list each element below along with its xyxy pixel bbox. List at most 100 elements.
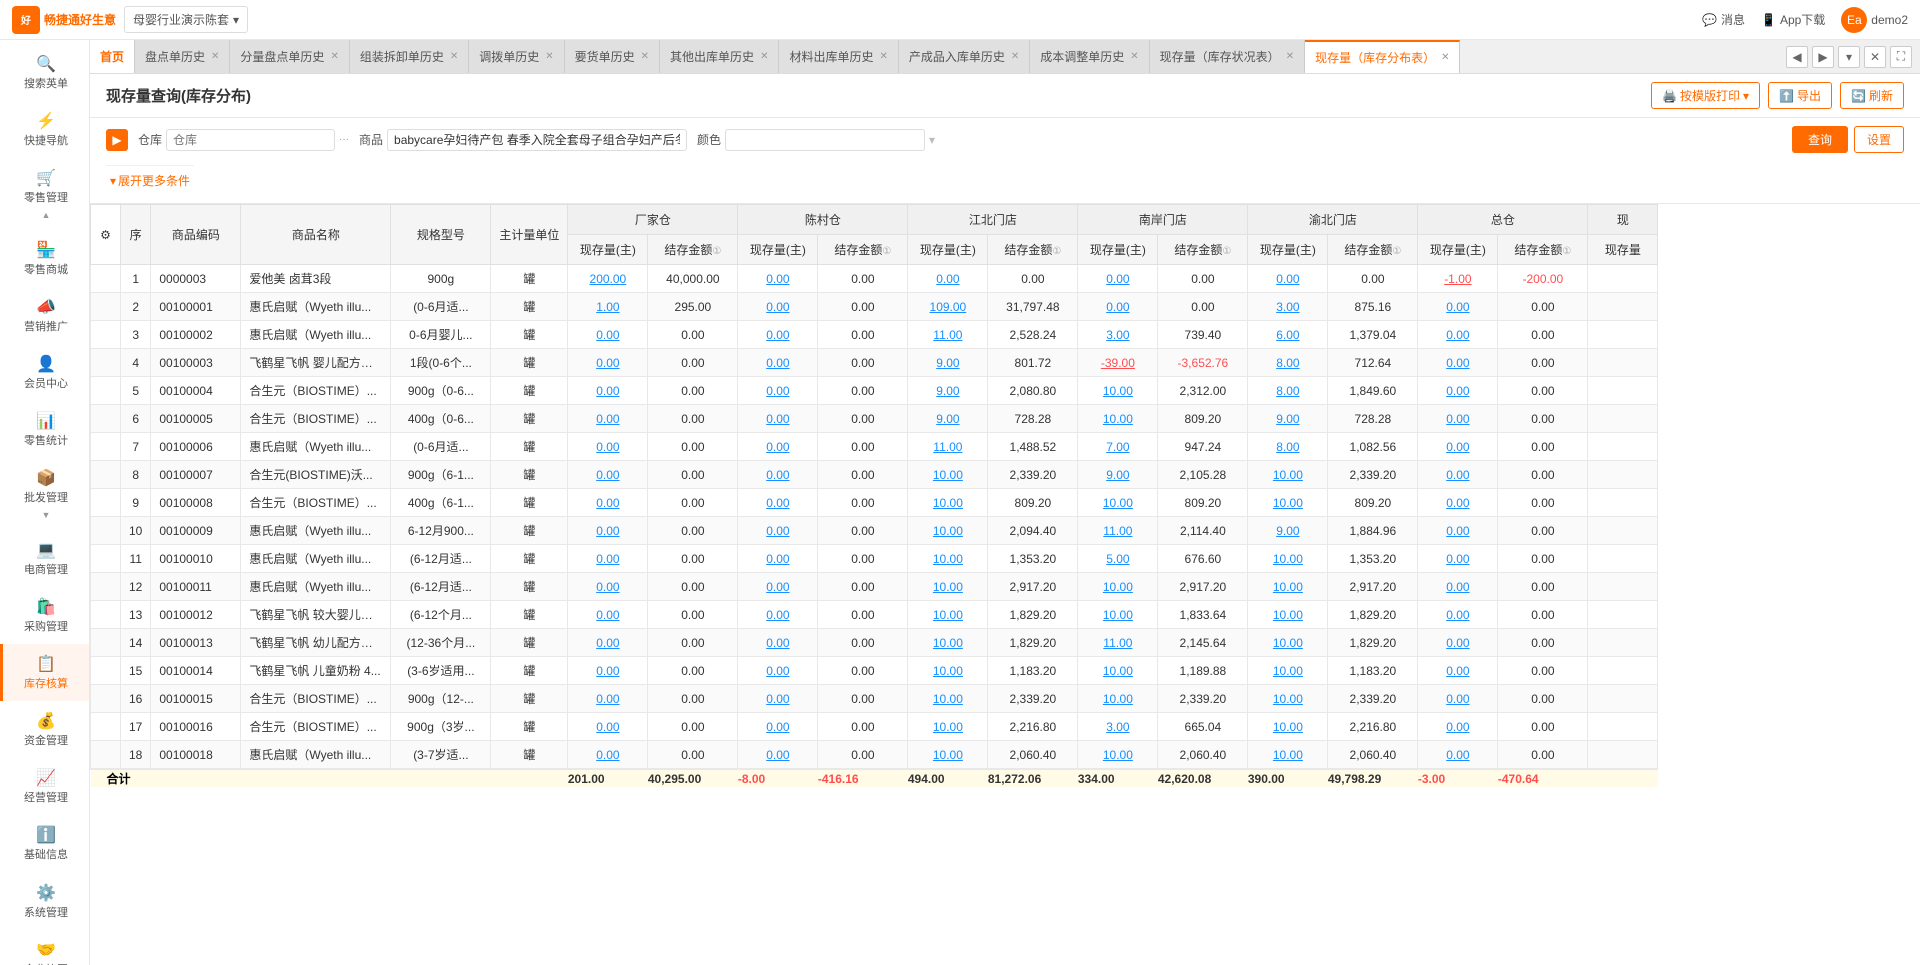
- setting-btn[interactable]: 设置: [1854, 126, 1904, 153]
- tab-menu-btn[interactable]: ▾: [1838, 46, 1860, 68]
- cell-c2-qty-17: 0.00: [738, 741, 818, 770]
- cell-total-qty-12: 0.00: [1418, 601, 1498, 629]
- query-btn[interactable]: 查询: [1792, 126, 1848, 153]
- tab-order-close[interactable]: ✕: [641, 51, 649, 62]
- sidebar-ecom-label: 电商管理: [24, 564, 68, 577]
- cell-c1-amt-13: 0.00: [648, 629, 738, 657]
- tab-cost-close[interactable]: ✕: [1130, 51, 1138, 62]
- sidebar-item-mall[interactable]: 🏪 零售商城: [0, 230, 89, 287]
- cell-c2-qty-1: 0.00: [738, 293, 818, 321]
- tab-outbound-close[interactable]: ✕: [760, 51, 768, 62]
- cell-c2-amt-7: 0.00: [818, 461, 908, 489]
- export-label: 导出: [1797, 87, 1821, 104]
- cell-c2-qty-3: 0.00: [738, 349, 818, 377]
- sidebar-item-system[interactable]: ⚙️ 系统管理: [0, 873, 89, 930]
- sidebar-item-ecom[interactable]: 💻 电商管理: [0, 530, 89, 587]
- cell-c3-amt-4: 2,080.80: [988, 377, 1078, 405]
- cell-settings-17: [91, 741, 121, 770]
- tab-transfer-close[interactable]: ✕: [545, 51, 553, 62]
- message-btn[interactable]: 💬 消息: [1702, 11, 1745, 28]
- tab-stock-dist-close[interactable]: ✕: [1441, 52, 1449, 63]
- tab-stock-status[interactable]: 现存量（库存状况表） ✕: [1150, 40, 1305, 74]
- tab-prev-btn[interactable]: ◀: [1786, 46, 1808, 68]
- sidebar-item-retail-mgmt[interactable]: 🛒 零售管理 ▲: [0, 158, 89, 229]
- cell-c3-qty-4: 9.00: [908, 377, 988, 405]
- cell-code-13: 00100013: [151, 629, 241, 657]
- tab-product-close[interactable]: ✕: [1011, 51, 1019, 62]
- tab-outbound[interactable]: 其他出库单历史 ✕: [660, 40, 779, 74]
- message-icon: 💬: [1702, 13, 1717, 27]
- search-expand-btn[interactable]: ▶: [106, 129, 128, 151]
- footer-c1-amt: 40,295.00: [648, 769, 738, 787]
- org-label: 母婴行业演示陈套: [133, 11, 229, 28]
- table-row: 8 00100007 合生元(BIOSTIME)沃... 900g（6-1...…: [91, 461, 1658, 489]
- cell-c4-amt-12: 1,833.64: [1158, 601, 1248, 629]
- warehouse-input[interactable]: [166, 129, 335, 151]
- tab-expand-btn[interactable]: ⛶: [1890, 46, 1912, 68]
- tab-transfer[interactable]: 调拨单历史 ✕: [469, 40, 564, 74]
- th-factory-qty: 现存量(主): [568, 235, 648, 265]
- mall-icon: 🏪: [36, 240, 56, 260]
- cell-c5-amt-0: 0.00: [1328, 265, 1418, 293]
- tab-close-all-btn[interactable]: ✕: [1864, 46, 1886, 68]
- export-btn[interactable]: ⬆️ 导出: [1768, 82, 1832, 109]
- sidebar-item-search[interactable]: 🔍 搜索英单: [0, 44, 89, 101]
- cell-c5-qty-8: 10.00: [1248, 489, 1328, 517]
- tab-order[interactable]: 要货单历史 ✕: [565, 40, 660, 74]
- cell-c2-qty-8: 0.00: [738, 489, 818, 517]
- cell-c1-amt-11: 0.00: [648, 573, 738, 601]
- tab-order-label: 要货单历史: [575, 48, 635, 65]
- app-download-btn[interactable]: 📱 App下载: [1761, 11, 1825, 28]
- tab-stock-status-close[interactable]: ✕: [1286, 51, 1294, 62]
- sidebar-biz-label: 经营管理: [24, 792, 68, 805]
- tab-assembly[interactable]: 组装拆卸单历史 ✕: [350, 40, 469, 74]
- tab-next-btn[interactable]: ▶: [1812, 46, 1834, 68]
- sidebar-item-collab[interactable]: 🤝 企业协同: [0, 930, 89, 965]
- sidebar-item-member[interactable]: 👤 会员中心: [0, 344, 89, 401]
- tab-assembly-close[interactable]: ✕: [450, 51, 458, 62]
- main-layout: 🔍 搜索英单 ⚡ 快捷导航 🛒 零售管理 ▲ 🏪 零售商城 📣 营销推广 👤 会…: [0, 40, 1920, 965]
- cell-unit-16: 罐: [491, 713, 568, 741]
- product-input[interactable]: [387, 129, 687, 151]
- sidebar-item-base[interactable]: ℹ️ 基础信息: [0, 815, 89, 872]
- th-unit: 主计量单位: [491, 205, 568, 265]
- tab-material-out[interactable]: 材料出库单历史 ✕: [779, 40, 898, 74]
- tab-material-close[interactable]: ✕: [879, 51, 887, 62]
- sidebar-item-marketing[interactable]: 📣 营销推广: [0, 287, 89, 344]
- cell-c2-qty-15: 0.00: [738, 685, 818, 713]
- sidebar-retail-label: 零售管理: [24, 192, 68, 205]
- refresh-btn[interactable]: 🔄 刷新: [1840, 82, 1904, 109]
- print-btn[interactable]: 🖨️ 按模版打印 ▾: [1651, 82, 1760, 109]
- cell-extra-7: [1588, 461, 1658, 489]
- sidebar-item-finance[interactable]: 💰 资金管理: [0, 701, 89, 758]
- cell-c4-qty-12: 10.00: [1078, 601, 1158, 629]
- tab-partial-close[interactable]: ✕: [330, 51, 338, 62]
- sidebar-item-biz[interactable]: 📈 经营管理: [0, 758, 89, 815]
- table-row: 15 00100014 飞鹤星飞帆 儿童奶粉 4... (3-6岁适用... 罐…: [91, 657, 1658, 685]
- tab-stock-dist[interactable]: 现存量（库存分布表） ✕: [1305, 40, 1460, 74]
- cell-c5-amt-5: 728.28: [1328, 405, 1418, 433]
- sidebar-item-nav[interactable]: ⚡ 快捷导航: [0, 101, 89, 158]
- tab-home[interactable]: 首页: [90, 40, 135, 74]
- tab-cost-adjust[interactable]: 成本调整单历史 ✕: [1030, 40, 1149, 74]
- cell-unit-14: 罐: [491, 657, 568, 685]
- sidebar-item-stats[interactable]: 📊 零售统计: [0, 401, 89, 458]
- cell-c3-qty-8: 10.00: [908, 489, 988, 517]
- cell-c4-amt-9: 2,114.40: [1158, 517, 1248, 545]
- tab-product-in[interactable]: 产成品入库单历史 ✕: [899, 40, 1030, 74]
- cell-total-amt-13: 0.00: [1498, 629, 1588, 657]
- color-input[interactable]: [725, 129, 925, 151]
- cell-c4-amt-10: 676.60: [1158, 545, 1248, 573]
- org-dropdown[interactable]: 母婴行业演示陈套 ▾: [124, 6, 248, 33]
- cell-name-17: 惠氏启赋（Wyeth illu...: [241, 741, 391, 770]
- sidebar-item-inventory[interactable]: 📋 库存核算: [0, 644, 89, 701]
- purchase-icon: 🛍️: [36, 597, 56, 617]
- tab-stocktake[interactable]: 盘点单历史 ✕: [135, 40, 230, 74]
- tab-partial-stocktake[interactable]: 分量盘点单历史 ✕: [230, 40, 349, 74]
- sidebar-item-wholesale[interactable]: 📦 批发管理 ▼: [0, 458, 89, 529]
- tab-stocktake-close[interactable]: ✕: [211, 51, 219, 62]
- table-row: 4 00100003 飞鹤星飞帆 婴儿配方奶... 1段(0-6个... 罐 0…: [91, 349, 1658, 377]
- expand-conditions-btn[interactable]: ▾ 展开更多条件: [110, 170, 190, 191]
- sidebar-item-purchase[interactable]: 🛍️ 采购管理: [0, 587, 89, 644]
- user-btn[interactable]: Ea demo2: [1841, 7, 1908, 33]
